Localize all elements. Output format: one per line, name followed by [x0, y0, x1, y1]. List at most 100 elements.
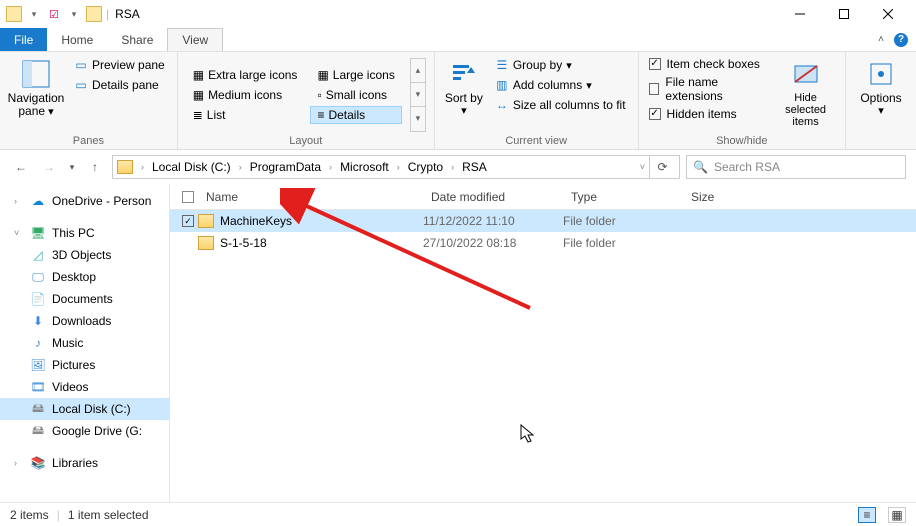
chevron-right-icon[interactable]: › [327, 162, 334, 172]
view-label: View [182, 33, 208, 47]
folder-icon-2 [86, 6, 102, 22]
sort-by-button[interactable]: Sort by ▾ [443, 56, 485, 117]
tree-libraries[interactable]: ›📚Libraries [0, 452, 169, 474]
home-tab[interactable]: Home [47, 28, 107, 51]
recent-dropdown[interactable]: ▾ [66, 156, 78, 178]
qa-dropdown2-icon[interactable]: ▾ [66, 6, 82, 22]
chevron-right-icon[interactable]: › [449, 162, 456, 172]
status-count: 2 items [10, 508, 49, 522]
maximize-button[interactable] [822, 0, 866, 28]
share-label: Share [121, 33, 153, 47]
options-group-label [854, 133, 908, 149]
group-by-button[interactable]: ☰Group by ▾ [491, 56, 630, 74]
tree-videos[interactable]: 🎞Videos [0, 376, 169, 398]
list-icon: ≣ [193, 108, 203, 122]
up-button[interactable]: ↑ [84, 156, 106, 178]
sidebar[interactable]: ›☁OneDrive - Person ˅🖥This PC ◿3D Object… [0, 184, 170, 502]
row-checkbox[interactable] [182, 215, 194, 227]
item-check-boxes-toggle[interactable]: Item check boxes [647, 56, 769, 72]
crumb-rsa[interactable]: RSA [458, 160, 491, 174]
hide-selected-icon [790, 58, 822, 90]
qa-checkbox-icon[interactable]: ☑ [46, 6, 62, 22]
details-pane-icon: ▭ [74, 78, 88, 92]
hide-selected-label: Hide selected items [774, 92, 837, 128]
crumb-crypto[interactable]: Crypto [404, 160, 447, 174]
tree-documents[interactable]: 📄Documents [0, 288, 169, 310]
column-name[interactable]: Name [198, 190, 423, 204]
add-columns-button[interactable]: ▥Add columns ▾ [491, 76, 630, 94]
column-size[interactable]: Size [683, 190, 763, 204]
search-icon: 🔍 [693, 160, 708, 174]
hidden-items-toggle[interactable]: Hidden items [647, 106, 769, 122]
file-tab[interactable]: File [0, 28, 47, 51]
crumb-localdisk[interactable]: Local Disk (C:) [148, 160, 235, 174]
size-columns-button[interactable]: ↔Size all columns to fit [491, 96, 630, 114]
layout-large[interactable]: ▦Large icons [310, 66, 401, 84]
crumb-microsoft[interactable]: Microsoft [336, 160, 393, 174]
forward-button[interactable]: → [38, 156, 60, 178]
layout-list[interactable]: ≣List [186, 106, 305, 124]
file-date: 11/12/2022 11:10 [423, 214, 563, 228]
options-button[interactable]: Options▾ [854, 56, 908, 117]
view-large-button[interactable]: ▦ [888, 507, 906, 523]
show-hide-label: Show/hide [647, 133, 837, 149]
pictures-icon: 🖼 [30, 357, 46, 373]
file-row-machinekeys[interactable]: MachineKeys 11/12/2022 11:10 File folder [170, 210, 916, 232]
column-type[interactable]: Type [563, 190, 683, 204]
current-view-group: Sort by ▾ ☰Group by ▾ ▥Add columns ▾ ↔Si… [435, 52, 639, 149]
tree-downloads[interactable]: ⬇Downloads [0, 310, 169, 332]
layout-small[interactable]: ▫Small icons [310, 86, 401, 104]
select-all-checkbox[interactable] [178, 191, 198, 203]
share-tab[interactable]: Share [107, 28, 167, 51]
view-details-button[interactable]: ≡ [858, 507, 876, 523]
tree-3d-objects[interactable]: ◿3D Objects [0, 244, 169, 266]
preview-pane-button[interactable]: ▭Preview pane [70, 56, 169, 74]
details-pane-button[interactable]: ▭ Details pane [70, 76, 169, 94]
tree-google-drive[interactable]: 🖴Google Drive (G: [0, 420, 169, 442]
navigation-pane-button[interactable]: Navigation pane ▾ [8, 56, 64, 118]
content-area: Name Date modified Type Size MachineKeys… [170, 184, 916, 502]
options-group: Options▾ [846, 52, 916, 149]
small-icon: ▫ [317, 88, 321, 102]
collapse-ribbon-icon[interactable]: ˄ [878, 34, 884, 45]
file-extensions-toggle[interactable]: File name extensions [647, 74, 769, 104]
pc-icon: 🖥 [30, 225, 46, 241]
address-bar[interactable]: › Local Disk (C:)› ProgramData› Microsof… [112, 155, 680, 179]
tree-thispc[interactable]: ˅🖥This PC [0, 222, 169, 244]
tree-desktop[interactable]: 🖵Desktop [0, 266, 169, 288]
tree-local-disk[interactable]: 🖴Local Disk (C:) [0, 398, 169, 420]
chevron-right-icon[interactable]: › [139, 162, 146, 172]
chevron-right-icon[interactable]: › [237, 162, 244, 172]
status-selected: 1 item selected [68, 508, 149, 522]
folder-icon [198, 214, 214, 228]
layout-details[interactable]: ≡Details [310, 106, 401, 124]
refresh-button[interactable]: ⟳ [649, 156, 675, 178]
title-bar: ▾ ☑ ▾ | RSA [0, 0, 916, 28]
crumb-programdata[interactable]: ProgramData [246, 160, 325, 174]
minimize-button[interactable] [778, 0, 822, 28]
tree-pictures[interactable]: 🖼Pictures [0, 354, 169, 376]
qa-dropdown-icon[interactable]: ▾ [26, 6, 42, 22]
disk-icon: 🖴 [30, 423, 46, 439]
search-input[interactable]: 🔍 Search RSA [686, 155, 906, 179]
layout-extra-large[interactable]: ▦Extra large icons [186, 66, 305, 84]
details-pane-label: Details pane [92, 78, 159, 92]
chevron-right-icon[interactable]: › [395, 162, 402, 172]
folder-icon [6, 6, 22, 22]
address-dropdown-icon[interactable]: ˅ [638, 162, 647, 172]
help-icon[interactable]: ? [894, 33, 908, 47]
layout-scroll[interactable]: ▴▾▾ [410, 58, 426, 132]
layout-medium[interactable]: ▦Medium icons [186, 86, 305, 104]
menu-bar: File Home Share View ˄ ? [0, 28, 916, 52]
current-view-label: Current view [443, 133, 630, 149]
file-row-s-1-5-18[interactable]: S-1-5-18 27/10/2022 08:18 File folder [170, 232, 916, 254]
add-columns-icon: ▥ [495, 78, 509, 92]
search-placeholder: Search RSA [714, 160, 780, 174]
column-date[interactable]: Date modified [423, 190, 563, 204]
tree-music[interactable]: ♪Music [0, 332, 169, 354]
close-button[interactable] [866, 0, 910, 28]
hide-selected-button[interactable]: Hide selected items [774, 56, 837, 128]
view-tab[interactable]: View [167, 28, 223, 51]
tree-onedrive[interactable]: ›☁OneDrive - Person [0, 190, 169, 212]
back-button[interactable]: ← [10, 156, 32, 178]
